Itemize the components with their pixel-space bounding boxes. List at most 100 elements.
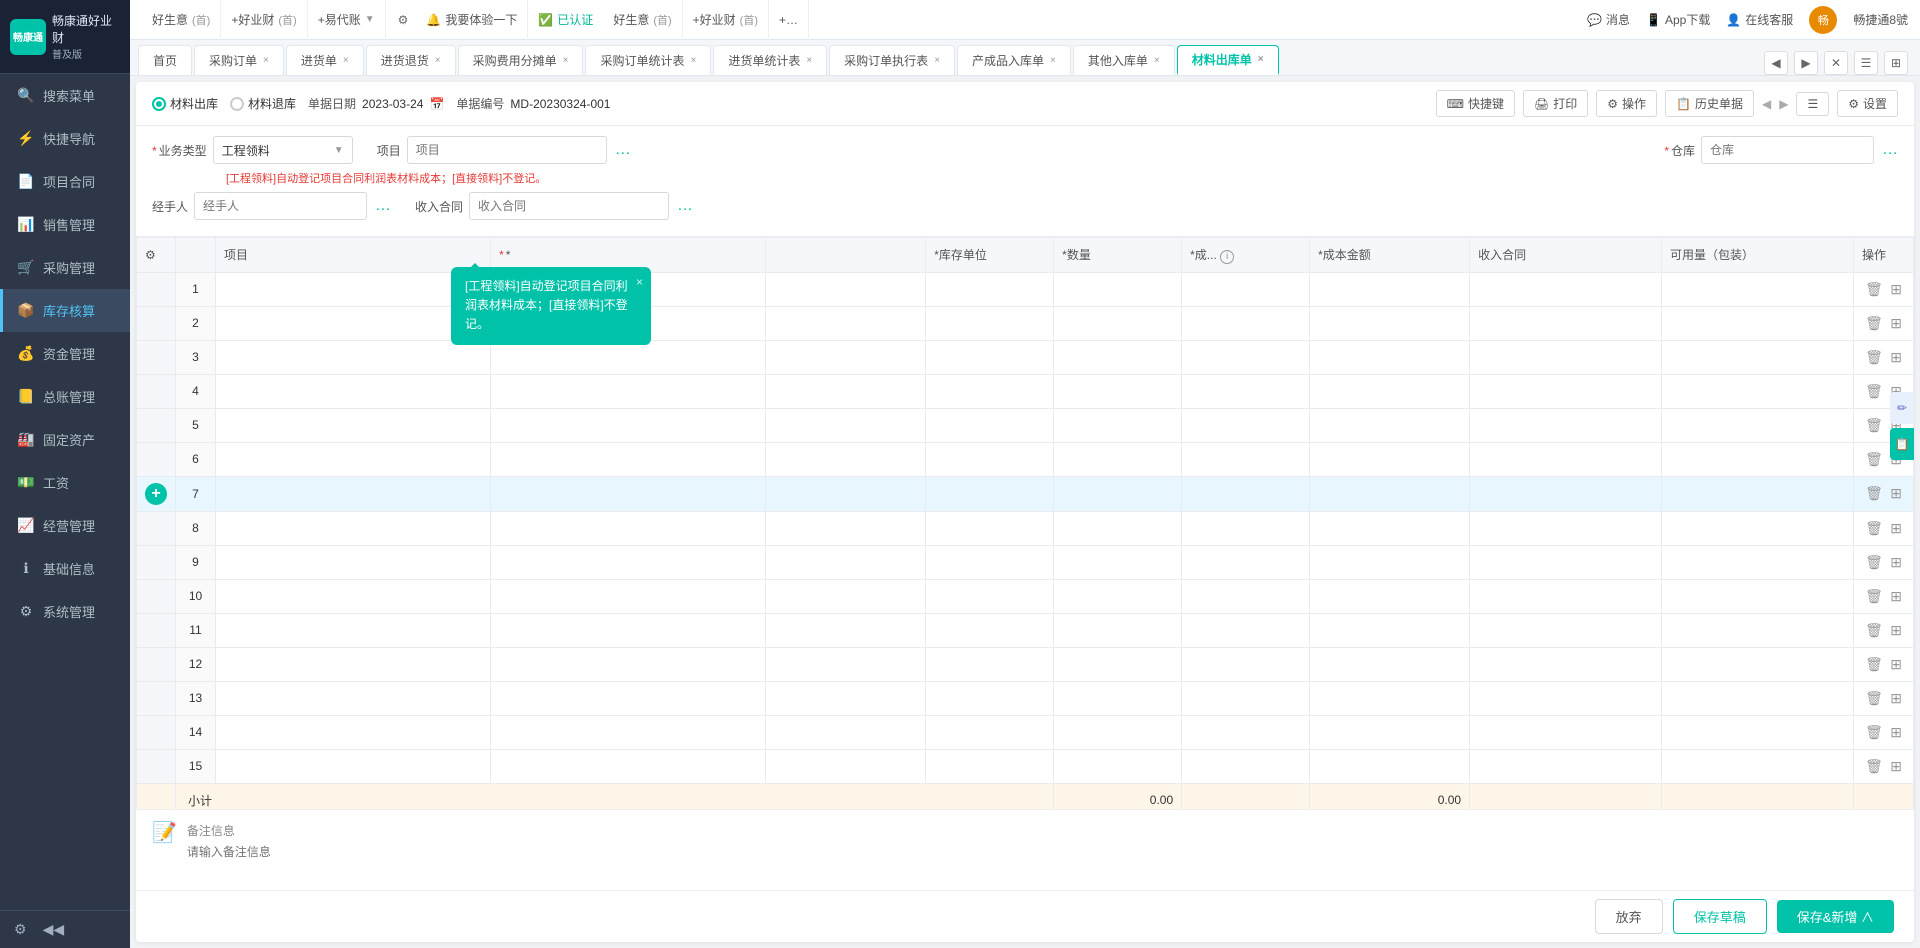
collapse-icon[interactable]: ◀◀ — [43, 921, 65, 938]
cell-warehouse-unit-10[interactable] — [926, 579, 1054, 613]
discard-button[interactable]: 放弃 — [1595, 899, 1663, 934]
tab-scroll-right[interactable]: ▶ — [1794, 51, 1818, 75]
tab-close-purchase-in-stat[interactable]: × — [806, 55, 812, 66]
cell-available-14[interactable] — [1662, 715, 1854, 749]
tab-close-other-in[interactable]: × — [1154, 55, 1160, 66]
copy-row-11[interactable]: ⊞ — [1888, 620, 1904, 640]
cell-cost-price-7[interactable] — [1182, 476, 1310, 511]
copy-row-8[interactable]: ⊞ — [1888, 518, 1904, 538]
app-download-btn[interactable]: 📱 App下载 — [1646, 11, 1710, 28]
cell-available-5[interactable] — [1662, 408, 1854, 442]
cell-income-contract-1[interactable] — [1470, 272, 1662, 306]
cell-available-8[interactable] — [1662, 511, 1854, 545]
tab-close-btn[interactable]: ✕ — [1824, 51, 1848, 75]
copy-row-1[interactable]: ⊞ — [1888, 279, 1904, 299]
cell-cost-amount-15[interactable] — [1310, 749, 1470, 783]
project-dots[interactable]: … — [615, 141, 631, 159]
delete-row-14[interactable]: 🗑 — [1863, 722, 1885, 742]
business-type-select[interactable]: 工程领料 ▼ — [213, 136, 353, 164]
cell-income-contract-8[interactable] — [1470, 511, 1662, 545]
cell-available-7[interactable] — [1662, 476, 1854, 511]
radio-material-out[interactable]: 材料出库 — [152, 95, 218, 112]
cell-warehouse-unit-1[interactable] — [926, 272, 1054, 306]
cell-project-2[interactable] — [216, 306, 491, 340]
cell-cost-amount-6[interactable] — [1310, 442, 1470, 476]
cell-spec-3[interactable] — [766, 340, 926, 374]
delete-row-7[interactable]: 🗑 — [1863, 483, 1885, 503]
list-view-btn[interactable]: ☰ — [1796, 92, 1829, 116]
tab-purchase-fee[interactable]: 采购费用分摊单× — [458, 45, 584, 75]
cell-material-7[interactable] — [491, 476, 766, 511]
cell-cost-price-3[interactable] — [1182, 340, 1310, 374]
cell-warehouse-unit-6[interactable] — [926, 442, 1054, 476]
tab-material-out[interactable]: 材料出库单 × — [1177, 45, 1279, 75]
save-new-button[interactable]: 保存&新增 ∧ — [1777, 900, 1894, 933]
print-btn[interactable]: 🖨 打印 — [1523, 90, 1588, 117]
tab-purchase-return[interactable]: 进货退货× — [366, 45, 456, 75]
cell-spec-2[interactable] — [766, 306, 926, 340]
topnav-item-yidaizhang[interactable]: +易代账 ▼ — [308, 0, 386, 40]
cell-cost-price-15[interactable] — [1182, 749, 1310, 783]
cell-cost-amount-3[interactable] — [1310, 340, 1470, 374]
delete-row-3[interactable]: 🗑 — [1863, 347, 1885, 367]
cell-income-contract-15[interactable] — [1470, 749, 1662, 783]
delete-row-4[interactable]: 🗑 — [1863, 381, 1885, 401]
cost-price-info-icon[interactable]: i — [1220, 250, 1234, 264]
delete-row-1[interactable]: 🗑 — [1863, 279, 1885, 299]
cell-spec-11[interactable] — [766, 613, 926, 647]
cell-income-contract-2[interactable] — [1470, 306, 1662, 340]
cell-available-4[interactable] — [1662, 374, 1854, 408]
tab-close-purchase-in[interactable]: × — [343, 55, 349, 66]
cell-cost-price-2[interactable] — [1182, 306, 1310, 340]
cell-cost-price-9[interactable] — [1182, 545, 1310, 579]
warehouse-dots[interactable]: … — [1882, 141, 1898, 159]
cell-income-contract-11[interactable] — [1470, 613, 1662, 647]
tab-purchase-order[interactable]: 采购订单× — [194, 45, 284, 75]
cell-spec-4[interactable] — [766, 374, 926, 408]
cell-cost-price-6[interactable] — [1182, 442, 1310, 476]
user-avatar[interactable]: 畅 — [1809, 6, 1837, 34]
topnav-experience[interactable]: 🔔 我要体验一下 — [416, 0, 528, 40]
cell-cost-amount-4[interactable] — [1310, 374, 1470, 408]
cell-quantity-2[interactable] — [1054, 306, 1182, 340]
cell-cost-amount-13[interactable] — [1310, 681, 1470, 715]
cell-cost-amount-12[interactable] — [1310, 647, 1470, 681]
cell-material-9[interactable] — [491, 545, 766, 579]
copy-row-3[interactable]: ⊞ — [1888, 347, 1904, 367]
income-contract-input[interactable] — [469, 192, 669, 220]
tab-home[interactable]: 首页 — [138, 45, 192, 75]
sidebar-item-salary[interactable]: 💵工资 — [0, 461, 130, 504]
sidebar-item-management[interactable]: 📈经营管理 — [0, 504, 130, 547]
tab-grid-view[interactable]: ☰ — [1854, 51, 1878, 75]
tab-close-purchase-order[interactable]: × — [263, 55, 269, 66]
cell-quantity-4[interactable] — [1054, 374, 1182, 408]
topnav-item-haoshengyi[interactable]: 好生意 (首) — [142, 0, 221, 40]
cell-project-1[interactable] — [216, 272, 491, 306]
cell-quantity-5[interactable] — [1054, 408, 1182, 442]
income-contract-dots[interactable]: … — [677, 197, 693, 215]
operation-btn[interactable]: ⚙ 操作 — [1596, 90, 1657, 117]
cell-income-contract-5[interactable] — [1470, 408, 1662, 442]
cell-project-4[interactable] — [216, 374, 491, 408]
sidebar-item-quicknav[interactable]: ⚡快捷导航 — [0, 117, 130, 160]
cell-quantity-3[interactable] — [1054, 340, 1182, 374]
sidebar-item-inventory[interactable]: 📦库存核算 — [0, 289, 130, 332]
cell-quantity-11[interactable] — [1054, 613, 1182, 647]
radio-material-return[interactable]: 材料退库 — [230, 95, 296, 112]
copy-row-2[interactable]: ⊞ — [1888, 313, 1904, 333]
delete-row-8[interactable]: 🗑 — [1863, 518, 1885, 538]
cell-project-15[interactable] — [216, 749, 491, 783]
cell-income-contract-3[interactable] — [1470, 340, 1662, 374]
cell-project-5[interactable] — [216, 408, 491, 442]
online-service-btn[interactable]: 👤 在线客服 — [1726, 11, 1793, 28]
delete-row-10[interactable]: 🗑 — [1863, 586, 1885, 606]
sidebar-item-sales[interactable]: 📊销售管理 — [0, 203, 130, 246]
copy-row-10[interactable]: ⊞ — [1888, 586, 1904, 606]
cell-project-9[interactable] — [216, 545, 491, 579]
cell-warehouse-unit-5[interactable] — [926, 408, 1054, 442]
tab-close-material-out[interactable]: × — [1258, 54, 1264, 65]
settings-btn[interactable]: ⚙ 设置 — [1837, 90, 1898, 117]
cell-cost-price-1[interactable] — [1182, 272, 1310, 306]
cell-project-6[interactable] — [216, 442, 491, 476]
cell-income-contract-9[interactable] — [1470, 545, 1662, 579]
